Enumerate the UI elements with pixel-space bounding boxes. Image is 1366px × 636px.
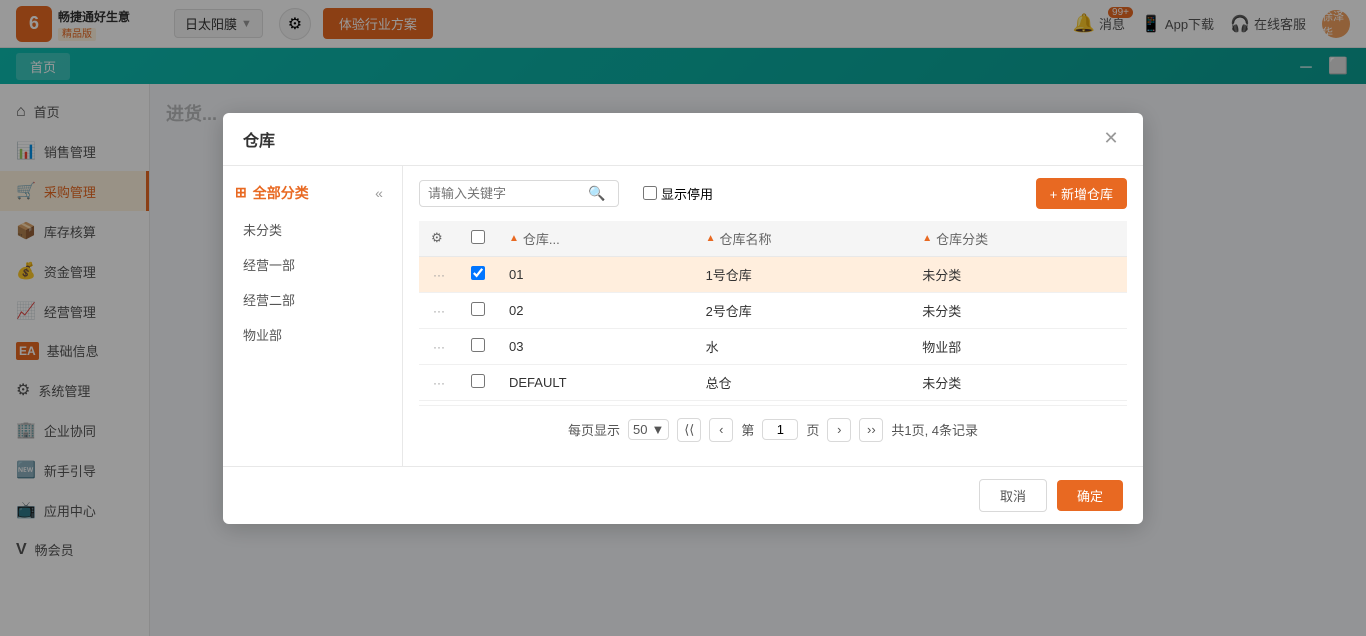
row-more-icon: ··· xyxy=(433,268,445,282)
th-gear: ⚙ xyxy=(419,221,459,257)
settings-icon: ⚙ xyxy=(431,230,443,245)
row-category-0: 未分类 xyxy=(910,256,1127,292)
row-check-0[interactable] xyxy=(459,256,497,292)
row-more-icon: ··· xyxy=(433,376,445,390)
row-more-icon: ··· xyxy=(433,304,445,318)
modal-footer: 取消 确定 xyxy=(223,466,1143,524)
per-page-select[interactable]: 50 ▼ xyxy=(628,419,669,440)
sort-icon-name: ▲ xyxy=(706,233,716,244)
row-code-1: 02 xyxy=(497,292,694,328)
warehouse-modal: 仓库 ✕ ⊞ 全部分类 « 未分类 经营一部 经营二部 物业部 xyxy=(223,113,1143,524)
confirm-button[interactable]: 确定 xyxy=(1057,480,1123,511)
search-box: 🔍 xyxy=(419,180,619,207)
row-code-3: DEFAULT xyxy=(497,364,694,400)
th-code: ▲ 仓库... xyxy=(497,221,694,257)
prev-page-button[interactable]: ‹ xyxy=(709,418,733,442)
row-code-2: 03 xyxy=(497,328,694,364)
category-panel: ⊞ 全部分类 « 未分类 经营一部 经营二部 物业部 xyxy=(223,166,403,466)
row-actions-1[interactable]: ··· xyxy=(419,292,459,328)
row-actions-2[interactable]: ··· xyxy=(419,328,459,364)
row-checkbox-3[interactable] xyxy=(471,374,485,388)
show-disabled-checkbox[interactable] xyxy=(643,186,657,200)
row-category-1: 未分类 xyxy=(910,292,1127,328)
category-item-ops2[interactable]: 经营二部 xyxy=(223,282,402,317)
th-name: ▲ 仓库名称 xyxy=(694,221,911,257)
search-icon[interactable]: 🔍 xyxy=(588,185,605,202)
first-page-button[interactable]: ⟨⟨ xyxy=(677,418,701,442)
page-number-input[interactable] xyxy=(762,419,798,440)
row-actions-3[interactable]: ··· xyxy=(419,364,459,400)
sort-icon-code: ▲ xyxy=(509,233,519,244)
all-category-button[interactable]: ⊞ 全部分类 xyxy=(235,183,309,203)
table-row[interactable]: ··· 03 水 物业部 xyxy=(419,328,1127,364)
row-category-2: 物业部 xyxy=(910,328,1127,364)
category-item-unclassified[interactable]: 未分类 xyxy=(223,212,402,247)
last-page-button[interactable]: ›› xyxy=(859,418,883,442)
row-name-1: 2号仓库 xyxy=(694,292,911,328)
table-row[interactable]: ··· DEFAULT 总仓 未分类 xyxy=(419,364,1127,400)
table-row[interactable]: ··· 01 1号仓库 未分类 xyxy=(419,256,1127,292)
cancel-button[interactable]: 取消 xyxy=(979,479,1047,512)
row-checkbox-2[interactable] xyxy=(471,338,485,352)
table-header-row: ⚙ ▲ 仓库... xyxy=(419,221,1127,257)
table-row[interactable]: ··· 02 2号仓库 未分类 xyxy=(419,292,1127,328)
row-check-3[interactable] xyxy=(459,364,497,400)
table-panel: 🔍 显示停用 + 新增仓库 xyxy=(403,166,1143,466)
show-disabled-checkbox-label[interactable]: 显示停用 xyxy=(643,184,713,203)
table-container: ⚙ ▲ 仓库... xyxy=(419,221,1127,401)
warehouse-table: ⚙ ▲ 仓库... xyxy=(419,221,1127,401)
sort-icon-cat: ▲ xyxy=(922,233,932,244)
table-toolbar: 🔍 显示停用 + 新增仓库 xyxy=(419,178,1127,209)
modal-close-button[interactable]: ✕ xyxy=(1099,127,1123,151)
row-name-2: 水 xyxy=(694,328,911,364)
row-check-2[interactable] xyxy=(459,328,497,364)
row-code-0: 01 xyxy=(497,256,694,292)
row-checkbox-0[interactable] xyxy=(471,266,485,280)
toolbar-right: + 新增仓库 xyxy=(1036,178,1127,209)
category-item-ops1[interactable]: 经营一部 xyxy=(223,247,402,282)
row-actions-0[interactable]: ··· xyxy=(419,256,459,292)
category-collapse-button[interactable]: « xyxy=(368,182,390,204)
row-check-1[interactable] xyxy=(459,292,497,328)
chevron-down-icon-page: ▼ xyxy=(651,422,664,437)
th-checkbox xyxy=(459,221,497,257)
modal-title: 仓库 xyxy=(243,127,275,151)
add-warehouse-button[interactable]: + 新增仓库 xyxy=(1036,178,1127,209)
modal-header: 仓库 ✕ xyxy=(223,113,1143,166)
category-item-property[interactable]: 物业部 xyxy=(223,317,402,352)
grid-icon: ⊞ xyxy=(235,184,247,201)
row-name-0: 1号仓库 xyxy=(694,256,911,292)
row-checkbox-1[interactable] xyxy=(471,302,485,316)
next-page-button[interactable]: › xyxy=(827,418,851,442)
row-category-3: 未分类 xyxy=(910,364,1127,400)
pagination: 每页显示 50 ▼ ⟨⟨ ‹ 第 页 › ›› 共1页, 4条记录 xyxy=(419,405,1127,454)
modal-body: ⊞ 全部分类 « 未分类 经营一部 经营二部 物业部 🔍 xyxy=(223,166,1143,466)
th-category: ▲ 仓库分类 xyxy=(910,221,1127,257)
modal-overlay: 仓库 ✕ ⊞ 全部分类 « 未分类 经营一部 经营二部 物业部 xyxy=(0,0,1366,636)
row-more-icon: ··· xyxy=(433,340,445,354)
row-name-3: 总仓 xyxy=(694,364,911,400)
select-all-checkbox[interactable] xyxy=(471,230,485,244)
category-header: ⊞ 全部分类 « xyxy=(223,174,402,212)
search-input[interactable] xyxy=(428,186,588,201)
